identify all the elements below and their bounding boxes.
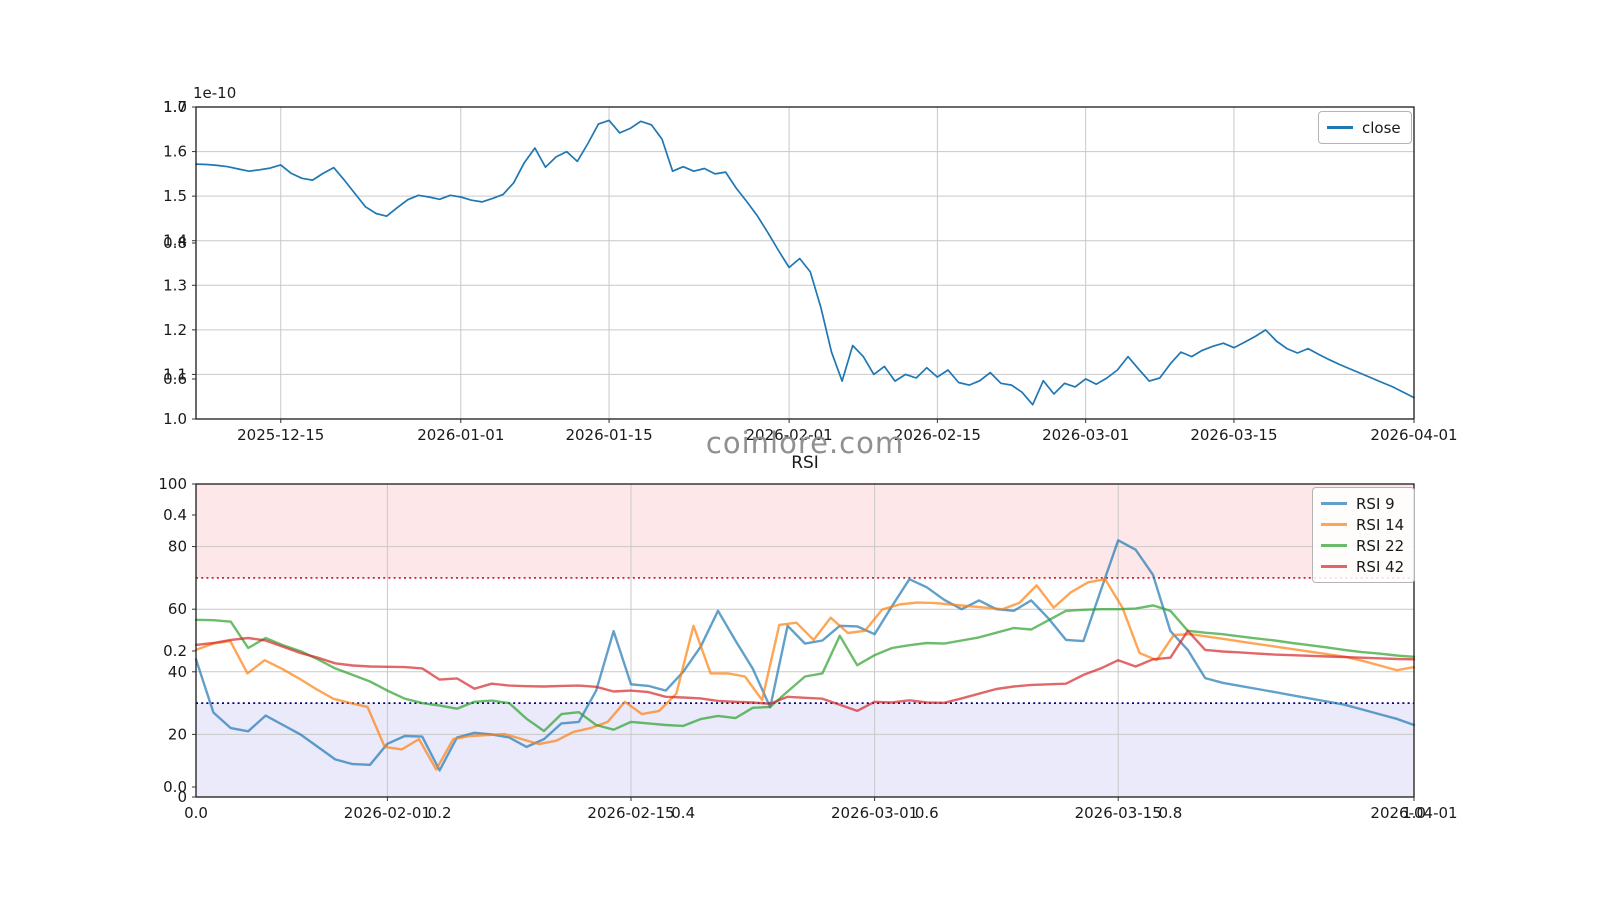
x-tick-label: 2026-03-01 xyxy=(831,804,918,822)
overlay-y-tick-label: 0.2 xyxy=(163,642,187,660)
y-tick-label: 1.5 xyxy=(163,187,187,205)
legend-item-close: close xyxy=(1327,117,1401,138)
legend-item-rsi42: RSI 42 xyxy=(1321,556,1404,577)
overlay-y-tick-label: 1.0 xyxy=(163,98,187,116)
axes-spines xyxy=(195,106,1415,420)
overlay-x-tick-label: 0.6 xyxy=(915,804,939,822)
y-tick-label: 1.0 xyxy=(163,410,187,428)
rsi-22-swatch xyxy=(1321,544,1347,547)
overlay-x-tick-label: 0.2 xyxy=(428,804,452,822)
y-tick-label: 1.2 xyxy=(163,321,187,339)
price-legend: close xyxy=(1318,111,1412,144)
y-tick-label: 60 xyxy=(168,600,187,618)
legend-label: RSI 9 xyxy=(1356,494,1395,513)
overlay-x-tick-label: 0.8 xyxy=(1158,804,1182,822)
overlay-y-tick-label: 0.8 xyxy=(163,234,187,252)
rsi-42-swatch xyxy=(1321,565,1347,568)
overlay-y-tick-label: 0.0 xyxy=(163,778,187,796)
y-axis-offset-label: 1e-10 xyxy=(193,84,237,102)
rsi-legend: RSI 9 RSI 14 RSI 22 RSI 42 xyxy=(1312,487,1416,583)
y-tick-label: 100 xyxy=(158,475,187,493)
legend-item-rsi22: RSI 22 xyxy=(1321,535,1404,556)
y-tick-label: 1.3 xyxy=(163,276,187,294)
overbought-band xyxy=(196,484,1414,578)
x-tick-label: 2026-02-15 xyxy=(587,804,674,822)
rsi-14-swatch xyxy=(1321,523,1347,526)
x-tick-label: 2026-02-01 xyxy=(344,804,431,822)
overlay-x-tick-label: 0.0 xyxy=(184,804,208,822)
close-line xyxy=(195,119,1415,406)
overlay-x-tick-label: 0.4 xyxy=(671,804,695,822)
overlay-y-tick-label: 0.6 xyxy=(163,370,187,388)
legend-item-rsi9: RSI 9 xyxy=(1321,493,1404,514)
overlay-y-tick-label: 0.4 xyxy=(163,506,187,524)
y-tick-label: 1.6 xyxy=(163,143,187,161)
legend-label: close xyxy=(1362,118,1401,137)
rsi-9-swatch xyxy=(1321,502,1347,505)
legend-item-rsi14: RSI 14 xyxy=(1321,514,1404,535)
legend-label: RSI 22 xyxy=(1356,536,1405,555)
legend-label: RSI 14 xyxy=(1356,515,1405,534)
oversold-band xyxy=(196,703,1414,797)
figure: 2025-12-15 2026-01-01 2026-01-15 2026-02-01… xyxy=(0,0,1600,900)
close-line-swatch xyxy=(1327,126,1353,129)
y-tick-label: 40 xyxy=(168,663,187,681)
watermark: coinlore.com xyxy=(705,426,905,460)
y-tick-label: 80 xyxy=(168,538,187,556)
legend-label: RSI 42 xyxy=(1356,557,1405,576)
x-tick-label: 2026-03-15 xyxy=(1075,804,1162,822)
overlay-x-tick-label: 1.0 xyxy=(1402,804,1426,822)
y-tick-label: 20 xyxy=(168,725,187,743)
